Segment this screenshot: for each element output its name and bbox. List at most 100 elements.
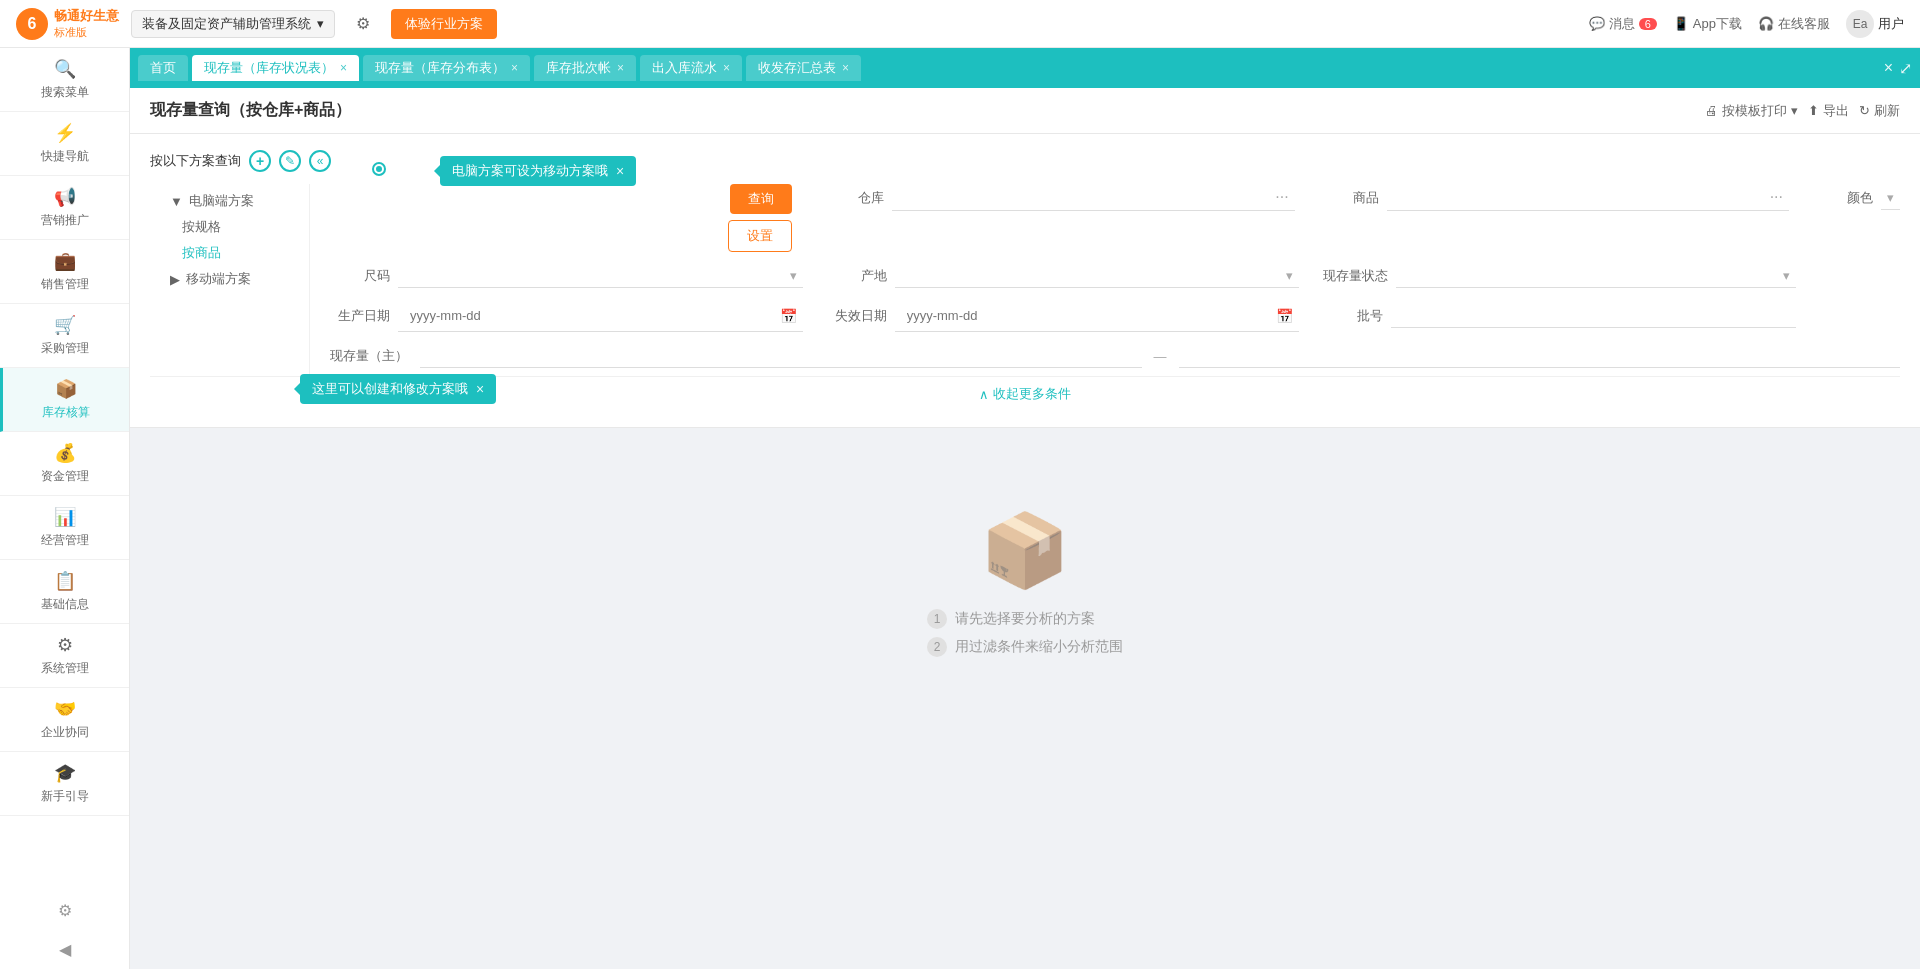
sidebar-item-system[interactable]: ⚙ 系统管理 <box>0 624 129 688</box>
tab-close-icon[interactable]: × <box>511 61 518 75</box>
tab-close-icon[interactable]: × <box>723 61 730 75</box>
scheme-item-desktop[interactable]: ▼ 电脑端方案 <box>150 188 297 214</box>
product-dots-icon[interactable]: ··· <box>1770 188 1783 206</box>
export-label: 导出 <box>1823 102 1849 120</box>
filter-arrow-button[interactable]: « <box>309 150 331 172</box>
filter-area: 电脑方案可设为移动方案哦 × 按以下方案查询 + ✎ « <box>130 134 1920 428</box>
sidebar-item-basic-info[interactable]: 📋 基础信息 <box>0 560 129 624</box>
sidebar-item-finance[interactable]: 💰 资金管理 <box>0 432 129 496</box>
product-select[interactable]: ··· <box>1387 184 1789 211</box>
filter-row-expiry-date: 失效日期 📅 <box>827 300 1300 332</box>
flash-icon: ⚡ <box>54 122 76 144</box>
message-button[interactable]: 💬 消息 6 <box>1589 15 1657 33</box>
sidebar-item-label: 资金管理 <box>41 468 89 485</box>
tab-inventory-status[interactable]: 现存量（库存状况表） × <box>192 55 359 81</box>
size-label: 尺码 <box>330 267 390 285</box>
expiry-date-input[interactable] <box>901 304 1277 327</box>
online-support-button[interactable]: 🎧 在线客服 <box>1758 15 1830 33</box>
scheme-item-mobile[interactable]: ▶ 移动端方案 <box>150 266 297 292</box>
sidebar-item-inventory[interactable]: 📦 库存核算 <box>0 368 129 432</box>
chevron-down-icon: ▾ <box>1783 268 1790 283</box>
tab-home[interactable]: 首页 <box>138 55 188 81</box>
header-actions: 🖨 按模板打印 ▾ ⬆ 导出 ↻ 刷新 <box>1705 102 1900 120</box>
clipboard-icon: 📋 <box>54 570 76 592</box>
sidebar-item-enterprise[interactable]: 🤝 企业协同 <box>0 688 129 752</box>
tab-inventory-distribution[interactable]: 现存量（库存分布表） × <box>363 55 530 81</box>
cart-icon: 🛒 <box>54 314 76 336</box>
origin-select[interactable]: ▾ <box>895 264 1300 288</box>
sidebar-item-label: 经营管理 <box>41 532 89 549</box>
sidebar-item-marketing[interactable]: 📢 营销推广 <box>0 176 129 240</box>
stock-to-input[interactable] <box>1179 344 1901 368</box>
tooltip2-close-button[interactable]: × <box>476 381 484 397</box>
tab-batch-ledger[interactable]: 库存批次帐 × <box>534 55 636 81</box>
calendar-icon[interactable]: 📅 <box>780 308 797 324</box>
filter-edit-button[interactable]: ✎ <box>279 150 301 172</box>
app-download-button[interactable]: 📱 App下载 <box>1673 15 1742 33</box>
tab-summary[interactable]: 收发存汇总表 × <box>746 55 861 81</box>
scheme-item-label: 移动端方案 <box>186 270 251 288</box>
sidebar-item-label: 库存核算 <box>42 404 90 421</box>
collapse-button[interactable]: ∧ 收起更多条件 <box>979 385 1071 403</box>
search-button[interactable]: 查询 <box>730 184 792 214</box>
scheme-item-by-product[interactable]: 按商品 <box>150 240 297 266</box>
page-header: 现存量查询（按仓库+商品） 🖨 按模板打印 ▾ ⬆ 导出 ↻ <box>130 88 1920 134</box>
handshake-icon: 🤝 <box>54 698 76 720</box>
warehouse-dots-icon[interactable]: ··· <box>1275 188 1288 206</box>
sidebar-item-search[interactable]: 🔍 搜索菜单 <box>0 48 129 112</box>
refresh-button[interactable]: ↻ 刷新 <box>1859 102 1900 120</box>
logo-text: 畅通好生意 标准版 <box>54 8 119 39</box>
sidebar-settings-button[interactable]: ⚙ <box>0 891 129 930</box>
message-icon: 💬 <box>1589 16 1605 31</box>
sidebar-item-operations[interactable]: 📊 经营管理 <box>0 496 129 560</box>
print-button[interactable]: 🖨 按模板打印 ▾ <box>1705 102 1798 120</box>
scheme-item-by-spec[interactable]: 按规格 <box>150 214 297 240</box>
industry-button[interactable]: 体验行业方案 <box>391 9 497 39</box>
empty-step-1: 1 请先选择要分析的方案 <box>927 609 1123 629</box>
search-btn-area: 查询 设置 <box>330 184 800 252</box>
system-selector[interactable]: 装备及固定资产辅助管理系统 ▾ <box>131 10 335 38</box>
filter-add-button[interactable]: + <box>249 150 271 172</box>
tab-close-icon[interactable]: × <box>842 61 849 75</box>
filter-header: 按以下方案查询 + ✎ « <box>150 150 1900 172</box>
message-label: 消息 <box>1609 15 1635 33</box>
tab-close-icon[interactable]: × <box>617 61 624 75</box>
chevron-down-icon: ▾ <box>790 268 797 283</box>
expand-icon[interactable]: ⤢ <box>1899 59 1912 78</box>
step-1-number: 1 <box>927 609 947 629</box>
settings-icon[interactable]: ⚙ <box>347 8 379 40</box>
graduate-icon: 🎓 <box>54 762 76 784</box>
production-date-input[interactable] <box>404 304 780 327</box>
tab-actions: × ⤢ <box>1884 59 1912 78</box>
inventory-status-select[interactable]: ▾ <box>1396 264 1796 288</box>
tooltip-close-button[interactable]: × <box>616 163 624 179</box>
export-button[interactable]: ⬆ 导出 <box>1808 102 1849 120</box>
tab-label: 现存量（库存状况表） <box>204 59 334 77</box>
expand-arrow-icon: ▶ <box>170 272 180 287</box>
refresh-icon: ↻ <box>1859 103 1870 118</box>
main-content: 现存量查询（按仓库+商品） 🖨 按模板打印 ▾ ⬆ 导出 ↻ <box>130 88 1920 969</box>
logo-icon: 6 <box>16 8 48 40</box>
sidebar-collapse-button[interactable]: ◀ <box>0 930 129 969</box>
user-menu[interactable]: Ea 用户 <box>1846 10 1904 38</box>
sidebar-item-purchase[interactable]: 🛒 采购管理 <box>0 304 129 368</box>
tab-close-icon[interactable]: × <box>340 61 347 75</box>
empty-illustration: 📦 <box>980 508 1070 593</box>
sidebar-item-guide[interactable]: 🎓 新手引导 <box>0 752 129 816</box>
product-label: 商品 <box>1319 189 1379 207</box>
sidebar-item-sales[interactable]: 💼 销售管理 <box>0 240 129 304</box>
reset-button[interactable]: 设置 <box>728 220 792 252</box>
color-select[interactable]: ▾ <box>1881 186 1900 210</box>
size-select[interactable]: ▾ <box>398 264 803 288</box>
close-all-tabs-button[interactable]: × <box>1884 59 1893 77</box>
stock-from-input[interactable] <box>420 344 1142 368</box>
calendar-icon[interactable]: 📅 <box>1276 308 1293 324</box>
chevron-down-icon: ▾ <box>1887 190 1894 205</box>
tab-in-out-flow[interactable]: 出入库流水 × <box>640 55 742 81</box>
warehouse-select[interactable]: ··· <box>892 184 1294 211</box>
printer-icon: 🖨 <box>1705 103 1718 118</box>
sidebar-item-label: 企业协同 <box>41 724 89 741</box>
sidebar-item-label: 基础信息 <box>41 596 89 613</box>
batch-input[interactable] <box>1391 304 1796 328</box>
sidebar-item-quick-nav[interactable]: ⚡ 快捷导航 <box>0 112 129 176</box>
